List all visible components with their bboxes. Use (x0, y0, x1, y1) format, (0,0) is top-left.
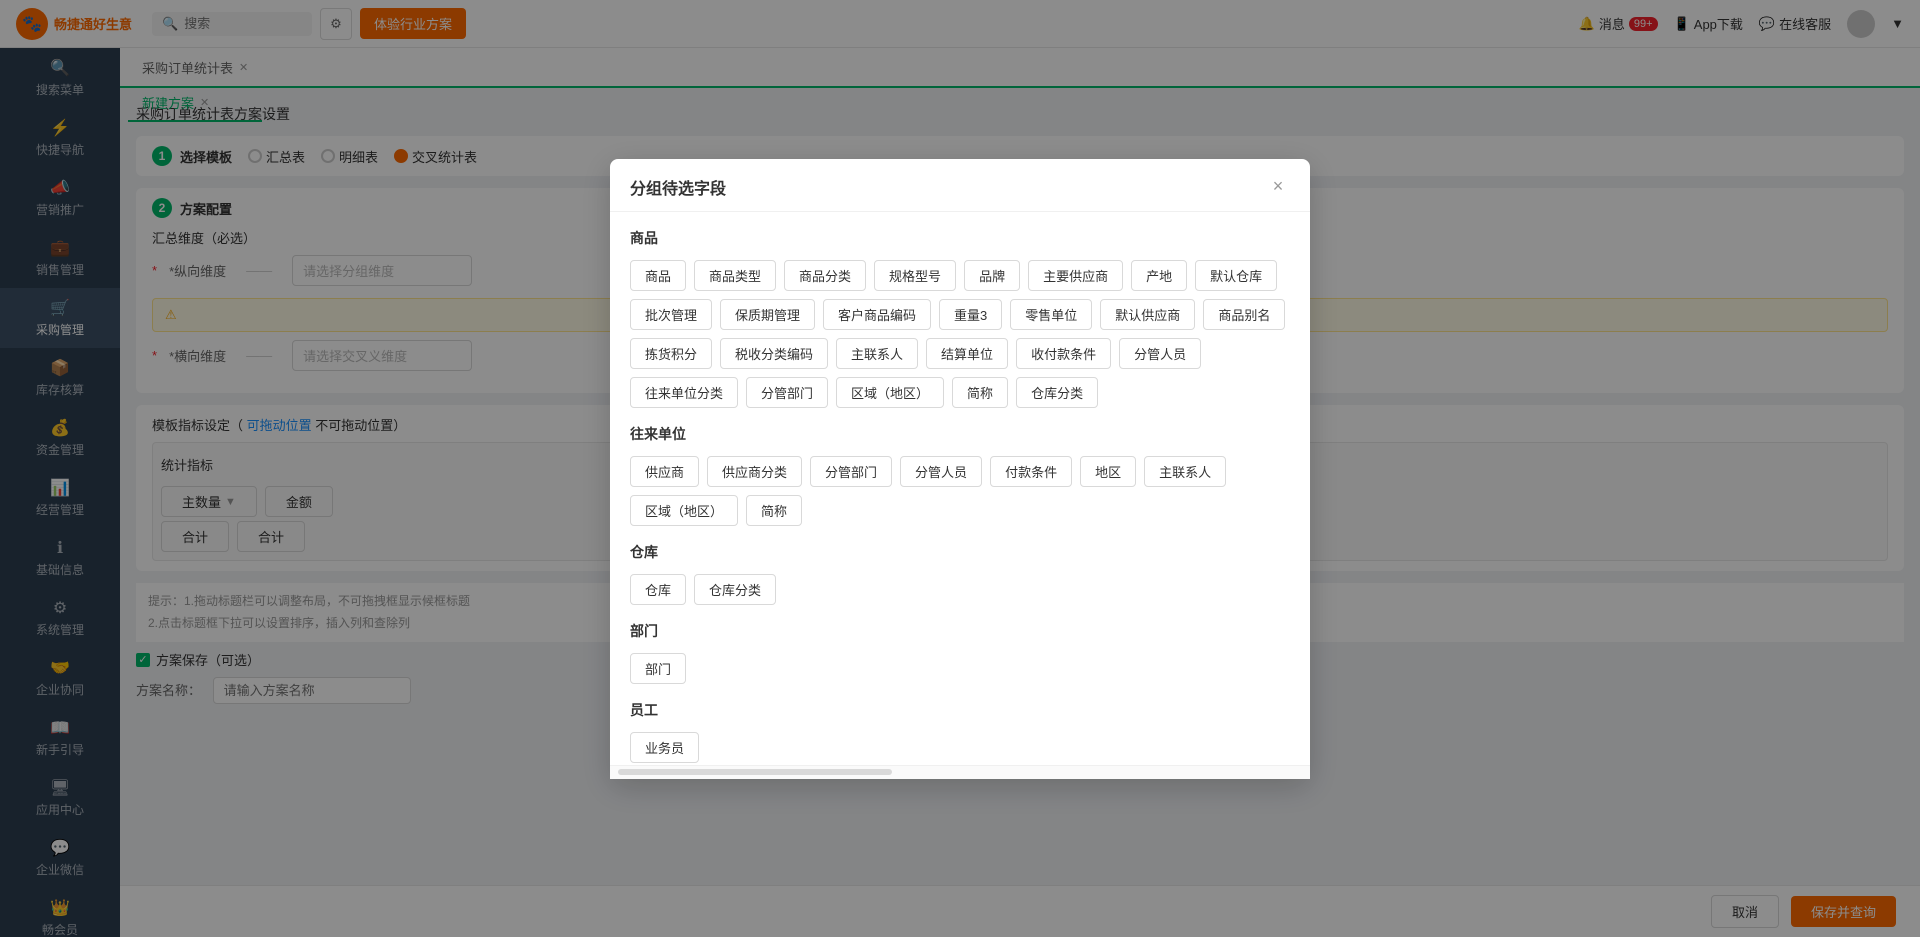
field-tag-0-0[interactable]: 商品 (630, 260, 686, 291)
field-tag-0-12[interactable]: 零售单位 (1010, 299, 1092, 330)
field-tag-0-23[interactable]: 区域（地区） (836, 377, 944, 408)
modal-close-button[interactable]: × (1266, 175, 1290, 199)
field-tag-0-21[interactable]: 往来单位分类 (630, 377, 738, 408)
modal-title: 分组待选字段 (630, 175, 726, 199)
field-tag-0-24[interactable]: 简称 (952, 377, 1008, 408)
field-grid-3: 部门 (630, 653, 1290, 684)
field-tag-0-9[interactable]: 保质期管理 (720, 299, 815, 330)
field-tag-1-5[interactable]: 地区 (1080, 456, 1136, 487)
field-tag-1-6[interactable]: 主联系人 (1144, 456, 1226, 487)
modal-section-title-2: 仓库 (630, 542, 1290, 562)
modal-dialog: 分组待选字段 × 商品商品商品类型商品分类规格型号品牌主要供应商产地默认仓库批次… (610, 159, 1310, 779)
field-tag-2-0[interactable]: 仓库 (630, 574, 686, 605)
modal-section-title-3: 部门 (630, 621, 1290, 641)
field-tag-1-2[interactable]: 分管部门 (810, 456, 892, 487)
field-grid-4: 业务员 (630, 732, 1290, 763)
field-tag-0-11[interactable]: 重量3 (939, 299, 1002, 330)
field-tag-1-7[interactable]: 区域（地区） (630, 495, 738, 526)
field-tag-0-20[interactable]: 分管人员 (1119, 338, 1201, 369)
field-tag-0-1[interactable]: 商品类型 (694, 260, 776, 291)
field-tag-0-2[interactable]: 商品分类 (784, 260, 866, 291)
modal-section-title-1: 往来单位 (630, 424, 1290, 444)
field-tag-0-19[interactable]: 收付款条件 (1016, 338, 1111, 369)
scroll-thumb (618, 769, 892, 775)
field-tag-0-3[interactable]: 规格型号 (874, 260, 956, 291)
field-tag-2-1[interactable]: 仓库分类 (694, 574, 776, 605)
field-tag-1-4[interactable]: 付款条件 (990, 456, 1072, 487)
modal-header: 分组待选字段 × (610, 159, 1310, 212)
field-tag-0-5[interactable]: 主要供应商 (1028, 260, 1123, 291)
modal-body: 商品商品商品类型商品分类规格型号品牌主要供应商产地默认仓库批次管理保质期管理客户… (610, 212, 1310, 766)
field-tag-1-1[interactable]: 供应商分类 (707, 456, 802, 487)
field-tag-0-22[interactable]: 分管部门 (746, 377, 828, 408)
field-tag-0-6[interactable]: 产地 (1131, 260, 1187, 291)
field-grid-2: 仓库仓库分类 (630, 574, 1290, 605)
field-tag-1-3[interactable]: 分管人员 (900, 456, 982, 487)
field-tag-1-0[interactable]: 供应商 (630, 456, 699, 487)
field-tag-0-15[interactable]: 拣货积分 (630, 338, 712, 369)
field-tag-0-7[interactable]: 默认仓库 (1195, 260, 1277, 291)
field-tag-1-8[interactable]: 简称 (746, 495, 802, 526)
modal-section-title-4: 员工 (630, 700, 1290, 720)
field-tag-0-8[interactable]: 批次管理 (630, 299, 712, 330)
field-tag-0-13[interactable]: 默认供应商 (1100, 299, 1195, 330)
modal-scroll-bar[interactable] (610, 765, 1310, 778)
field-tag-0-25[interactable]: 仓库分类 (1016, 377, 1098, 408)
field-tag-4-0[interactable]: 业务员 (630, 732, 699, 763)
field-tag-0-14[interactable]: 商品别名 (1203, 299, 1285, 330)
modal-section-title-0: 商品 (630, 228, 1290, 248)
field-grid-0: 商品商品类型商品分类规格型号品牌主要供应商产地默认仓库批次管理保质期管理客户商品… (630, 260, 1290, 408)
modal-overlay[interactable]: 分组待选字段 × 商品商品商品类型商品分类规格型号品牌主要供应商产地默认仓库批次… (0, 0, 1920, 937)
field-grid-1: 供应商供应商分类分管部门分管人员付款条件地区主联系人区域（地区） 简称 (630, 456, 1290, 526)
field-tag-0-17[interactable]: 主联系人 (836, 338, 918, 369)
field-tag-0-4[interactable]: 品牌 (964, 260, 1020, 291)
field-tag-0-18[interactable]: 结算单位 (926, 338, 1008, 369)
field-tag-0-10[interactable]: 客户商品编码 (823, 299, 931, 330)
field-tag-3-0[interactable]: 部门 (630, 653, 686, 684)
field-tag-0-16[interactable]: 税收分类编码 (720, 338, 828, 369)
